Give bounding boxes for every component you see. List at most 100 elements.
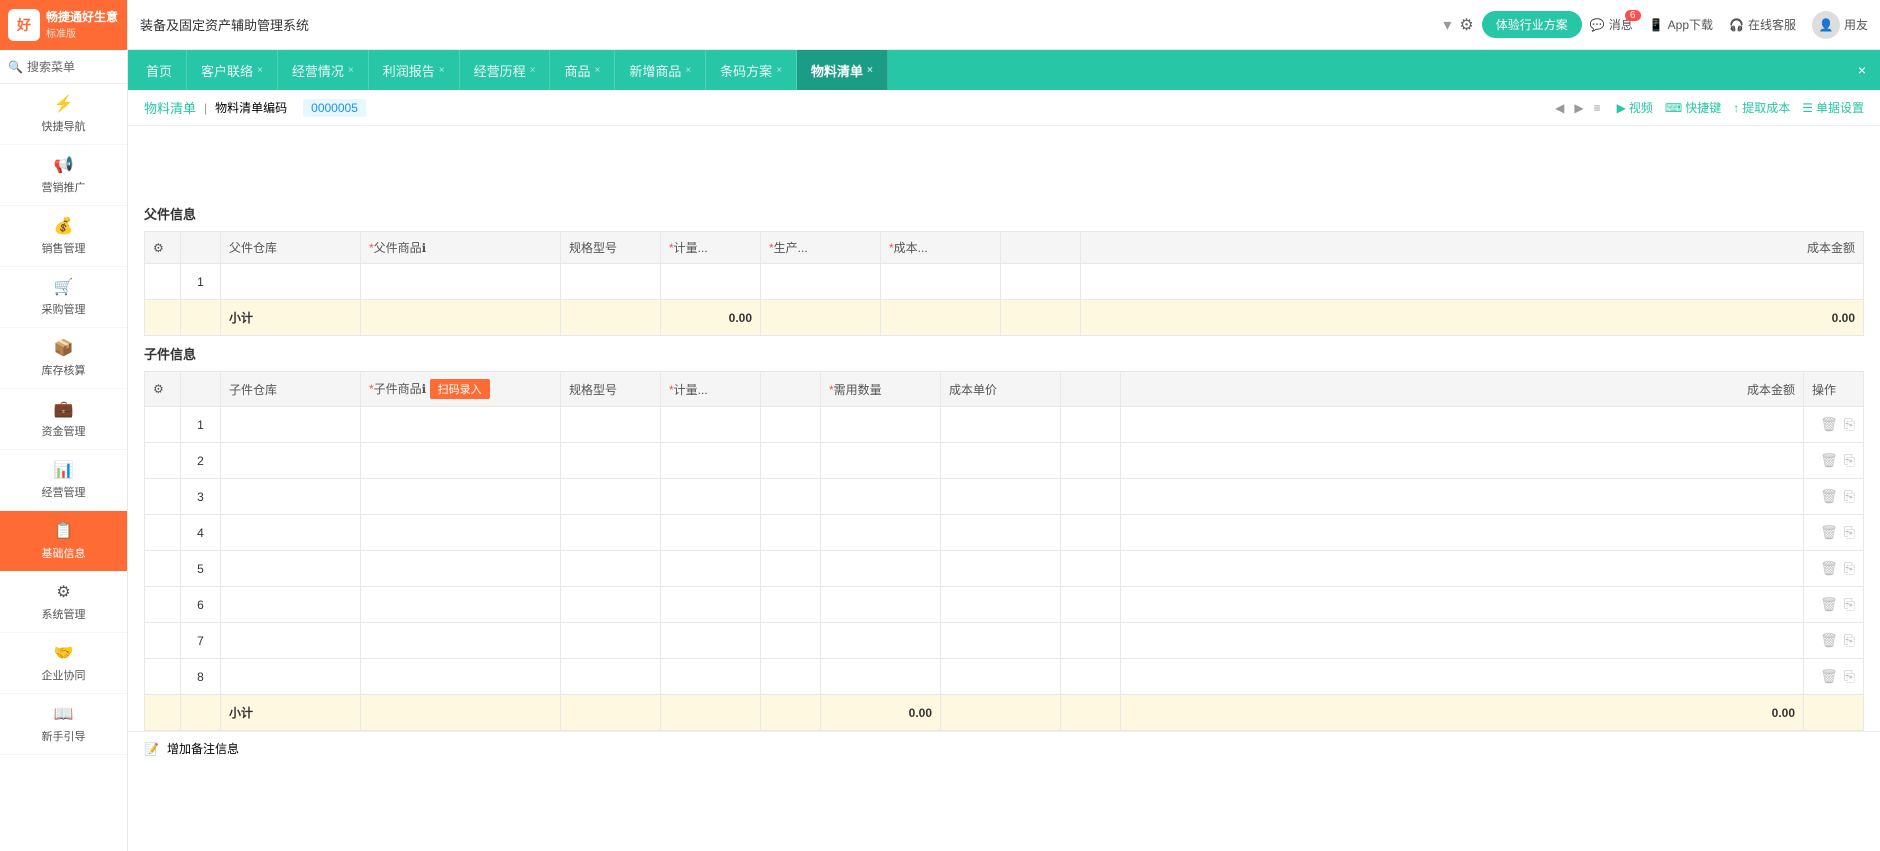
parent-row-warehouse[interactable] bbox=[221, 264, 361, 300]
settings-gear-icon[interactable]: ⚙ bbox=[1459, 15, 1473, 35]
delete-icon[interactable]: 🗑 bbox=[1820, 596, 1838, 613]
sidebar-item-basic-info[interactable]: 📋 基础信息 bbox=[0, 511, 127, 572]
tab-home[interactable]: 首页 bbox=[132, 50, 187, 90]
copy-icon[interactable]: ⎘ bbox=[1844, 560, 1855, 577]
parent-row-spec[interactable] bbox=[561, 264, 661, 300]
prev-arrow[interactable]: ◀ bbox=[1551, 99, 1568, 117]
tab-barcode[interactable]: 条码方案 × bbox=[706, 50, 797, 90]
tab-new-product[interactable]: 新增商品 × bbox=[615, 50, 706, 90]
message-action[interactable]: 💬 消息 6 bbox=[1590, 16, 1633, 33]
extract-cost-action[interactable]: ↑ 提取成本 bbox=[1733, 99, 1790, 116]
child-row-product[interactable] bbox=[361, 479, 561, 515]
tab-history[interactable]: 经营历程 × bbox=[460, 50, 551, 90]
experience-btn[interactable]: 体验行业方案 bbox=[1482, 11, 1582, 38]
sidebar-search[interactable]: 🔍 搜索菜单 bbox=[0, 50, 127, 84]
view-action[interactable]: ▶ 视频 bbox=[1617, 99, 1653, 116]
child-row-unit[interactable] bbox=[661, 623, 761, 659]
child-row-spec[interactable] bbox=[561, 407, 661, 443]
child-row-spec[interactable] bbox=[561, 551, 661, 587]
child-row-qty[interactable] bbox=[821, 587, 941, 623]
tab-profit-close[interactable]: × bbox=[439, 65, 445, 76]
child-row-product[interactable] bbox=[361, 407, 561, 443]
delete-icon[interactable]: 🗑 bbox=[1820, 560, 1838, 577]
dropdown-arrow-icon[interactable]: ▾ bbox=[1443, 15, 1451, 35]
tab-customer[interactable]: 客户联络 × bbox=[187, 50, 278, 90]
child-row-spec[interactable] bbox=[561, 623, 661, 659]
child-row-qty[interactable] bbox=[821, 479, 941, 515]
child-row-warehouse[interactable] bbox=[221, 479, 361, 515]
child-row-product[interactable] bbox=[361, 587, 561, 623]
delete-icon[interactable]: 🗑 bbox=[1820, 632, 1838, 649]
child-row-product[interactable] bbox=[361, 515, 561, 551]
delete-icon[interactable]: 🗑 bbox=[1820, 488, 1838, 505]
child-row-qty[interactable] bbox=[821, 551, 941, 587]
child-row-qty[interactable] bbox=[821, 515, 941, 551]
parent-row-product[interactable] bbox=[361, 264, 561, 300]
child-row-unit[interactable] bbox=[661, 587, 761, 623]
tab-new-product-close[interactable]: × bbox=[685, 65, 691, 76]
list-view-icon[interactable]: ≡ bbox=[1590, 99, 1605, 117]
tab-bom[interactable]: 物料清单 × bbox=[797, 50, 888, 90]
tab-profit[interactable]: 利润报告 × bbox=[369, 50, 460, 90]
online-service-action[interactable]: 🎧 在线客服 bbox=[1729, 16, 1796, 33]
parent-row-unit[interactable] bbox=[661, 264, 761, 300]
child-row-qty[interactable] bbox=[821, 659, 941, 695]
scan-button[interactable]: 扫码录入 bbox=[430, 379, 490, 399]
child-row-unit-cost[interactable] bbox=[941, 407, 1061, 443]
breadcrumb[interactable]: 物料清单 bbox=[144, 98, 196, 117]
child-row-unit[interactable] bbox=[661, 443, 761, 479]
single-settings-action[interactable]: ☰ 单据设置 bbox=[1802, 99, 1864, 116]
child-row-unit[interactable] bbox=[661, 551, 761, 587]
tab-business-close[interactable]: × bbox=[348, 65, 354, 76]
child-row-spec[interactable] bbox=[561, 479, 661, 515]
child-row-unit-cost[interactable] bbox=[941, 587, 1061, 623]
user-action[interactable]: 👤 用友 bbox=[1812, 11, 1868, 39]
tab-business[interactable]: 经营情况 × bbox=[278, 50, 369, 90]
shortcut-action[interactable]: ⌨ 快捷键 bbox=[1665, 99, 1721, 116]
delete-icon[interactable]: 🗑 bbox=[1820, 668, 1838, 685]
next-arrow[interactable]: ▶ bbox=[1570, 99, 1587, 117]
child-row-unit-cost[interactable] bbox=[941, 551, 1061, 587]
delete-icon[interactable]: 🗑 bbox=[1820, 416, 1838, 433]
copy-icon[interactable]: ⎘ bbox=[1844, 596, 1855, 613]
copy-icon[interactable]: ⎘ bbox=[1844, 416, 1855, 433]
sidebar-item-enterprise[interactable]: 🤝 企业协同 bbox=[0, 633, 127, 694]
parent-col-settings[interactable]: ⚙ bbox=[145, 232, 181, 264]
sidebar-item-system[interactable]: ⚙ 系统管理 bbox=[0, 572, 127, 633]
child-row-product[interactable] bbox=[361, 659, 561, 695]
child-row-warehouse[interactable] bbox=[221, 623, 361, 659]
child-row-unit[interactable] bbox=[661, 659, 761, 695]
bottom-hint[interactable]: 增加备注信息 bbox=[167, 740, 239, 757]
tab-history-close[interactable]: × bbox=[530, 65, 536, 76]
tab-barcode-close[interactable]: × bbox=[776, 65, 782, 76]
parent-row-cost[interactable] bbox=[881, 264, 1001, 300]
child-row-product[interactable] bbox=[361, 623, 561, 659]
delete-icon[interactable]: 🗑 bbox=[1820, 524, 1838, 541]
parent-row-production[interactable] bbox=[761, 264, 881, 300]
sidebar-item-purchase[interactable]: 🛒 采购管理 bbox=[0, 267, 127, 328]
child-row-warehouse[interactable] bbox=[221, 587, 361, 623]
delete-icon[interactable]: 🗑 bbox=[1820, 452, 1838, 469]
child-row-spec[interactable] bbox=[561, 659, 661, 695]
child-row-unit-cost[interactable] bbox=[941, 443, 1061, 479]
close-all-tabs[interactable]: × bbox=[1848, 62, 1876, 78]
child-row-qty[interactable] bbox=[821, 443, 941, 479]
sidebar-item-guide[interactable]: 📖 新手引导 bbox=[0, 694, 127, 755]
child-row-warehouse[interactable] bbox=[221, 659, 361, 695]
sidebar-item-marketing[interactable]: 📢 营销推广 bbox=[0, 145, 127, 206]
child-col-settings[interactable]: ⚙ bbox=[145, 372, 181, 407]
child-row-qty[interactable] bbox=[821, 623, 941, 659]
app-download-action[interactable]: 📱 App下载 bbox=[1649, 16, 1713, 33]
child-row-unit[interactable] bbox=[661, 515, 761, 551]
child-row-spec[interactable] bbox=[561, 443, 661, 479]
child-row-spec[interactable] bbox=[561, 515, 661, 551]
tab-customer-close[interactable]: × bbox=[257, 65, 263, 76]
child-row-warehouse[interactable] bbox=[221, 551, 361, 587]
sidebar-item-inventory[interactable]: 📦 库存核算 bbox=[0, 328, 127, 389]
copy-icon[interactable]: ⎘ bbox=[1844, 632, 1855, 649]
child-row-warehouse[interactable] bbox=[221, 515, 361, 551]
copy-icon[interactable]: ⎘ bbox=[1844, 452, 1855, 469]
child-row-unit[interactable] bbox=[661, 407, 761, 443]
child-row-product[interactable] bbox=[361, 551, 561, 587]
tab-product[interactable]: 商品 × bbox=[550, 50, 615, 90]
